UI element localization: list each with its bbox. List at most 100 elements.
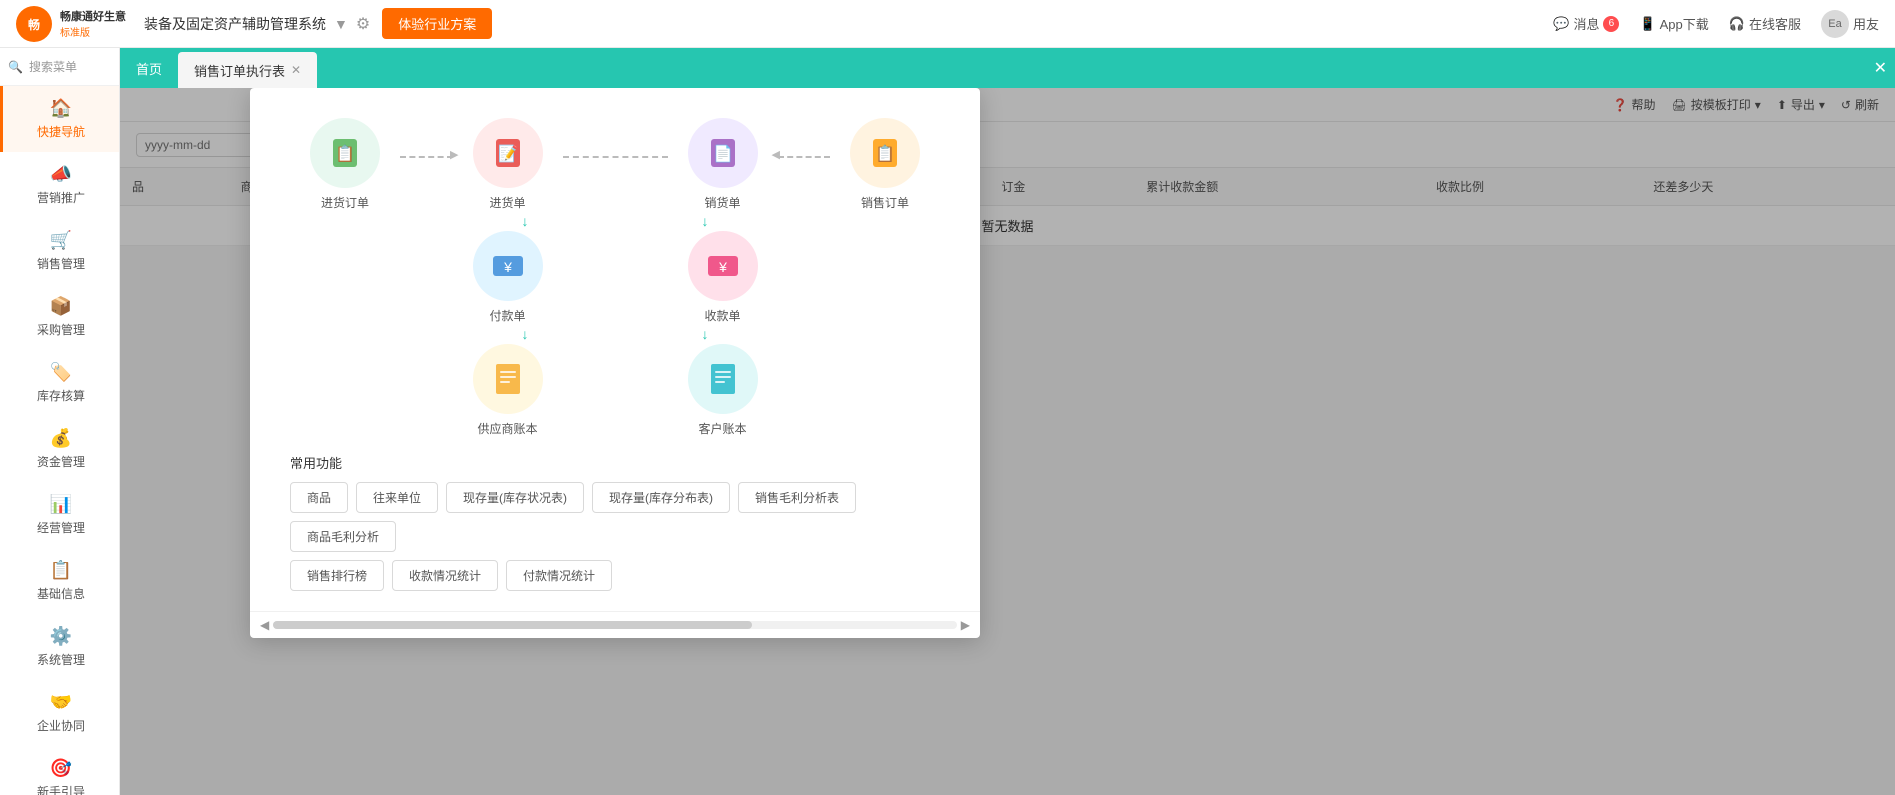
scroll-left-icon[interactable]: ◀ — [260, 618, 269, 632]
purchase-bill-label: 进货单 — [489, 194, 525, 211]
scroll-right-icon[interactable]: ▶ — [961, 618, 970, 632]
message-item[interactable]: 💬 消息 6 — [1553, 14, 1619, 33]
logo-icon: 畅 — [16, 6, 52, 42]
func-btn-receipt-stats[interactable]: 收款情况统计 — [392, 560, 498, 591]
spacer-middle — [563, 156, 668, 158]
inventory-icon: 🏷️ — [50, 362, 72, 383]
func-btn-product[interactable]: 商品 — [290, 482, 348, 513]
message-label: 消息 — [1573, 14, 1599, 33]
sidebar-nav: 🏠 快捷导航 📣 营销推广 🛒 销售管理 📦 采购管理 🏷️ 库存核算 💰 — [0, 86, 119, 795]
func-btn-sales-profit[interactable]: 销售毛利分析表 — [738, 482, 856, 513]
search-menu[interactable]: 🔍 搜索菜单 — [0, 48, 119, 86]
main-layout: 🔍 搜索菜单 🏠 快捷导航 📣 营销推广 🛒 销售管理 📦 采购管理 🏷️ — [0, 48, 1895, 795]
trial-button[interactable]: 体验行业方案 — [382, 8, 492, 39]
scrollbar-thumb — [273, 621, 751, 629]
sales-bill-circle: 📄 — [688, 118, 758, 188]
v-arrow-sales-bill: ↓ — [650, 211, 760, 231]
supplier-ledger-circle — [473, 344, 543, 414]
svg-text:📋: 📋 — [335, 144, 355, 163]
sidebar-item-quick-nav[interactable]: 🏠 快捷导航 — [0, 86, 119, 152]
sales-order-circle: 📋 — [850, 118, 920, 188]
node-purchase-bill[interactable]: 📝 进货单 — [453, 118, 563, 211]
node-sales-bill[interactable]: 📄 销货单 — [668, 118, 778, 211]
modal-content: 📋 进货订单 📝 — [250, 88, 980, 611]
sidebar-item-sales[interactable]: 🛒 销售管理 — [0, 218, 119, 284]
top-header: 畅 畅康通好生意 标准版 装备及固定资产辅助管理系统 ▼ ⚙ 体验行业方案 💬 … — [0, 0, 1895, 48]
modal: 📋 进货订单 📝 — [250, 88, 980, 638]
purchase-order-label: 进货订单 — [321, 194, 369, 211]
func-btn-sales-rank[interactable]: 销售排行榜 — [290, 560, 384, 591]
dropdown-icon[interactable]: ▼ — [334, 16, 348, 32]
v-arrow-payment: ↓ — [470, 324, 580, 344]
user-label: 用友 — [1853, 14, 1879, 33]
sidebar-item-system[interactable]: ⚙️ 系统管理 — [0, 614, 119, 680]
svg-text:¥: ¥ — [718, 259, 727, 275]
sidebar-item-label: 资金管理 — [37, 453, 85, 470]
node-receipt[interactable]: ¥ 收款单 — [668, 231, 778, 324]
tab-bar: 首页 销售订单执行表 ✕ ✕ — [120, 48, 1895, 88]
sidebar-item-purchase[interactable]: 📦 采购管理 — [0, 284, 119, 350]
logo-area: 畅 畅康通好生意 标准版 — [16, 6, 136, 42]
sidebar-item-enterprise[interactable]: 🤝 企业协同 — [0, 680, 119, 746]
basic-icon: 📋 — [50, 560, 72, 581]
func-btn-payment-stats[interactable]: 付款情况统计 — [506, 560, 612, 591]
func-btn-stock-dist[interactable]: 现存量(库存分布表) — [592, 482, 730, 513]
svg-text:¥: ¥ — [503, 259, 512, 275]
sidebar-item-marketing[interactable]: 📣 营销推广 — [0, 152, 119, 218]
sidebar-item-finance[interactable]: 💰 资金管理 — [0, 416, 119, 482]
func-btn-contacts[interactable]: 往来单位 — [356, 482, 438, 513]
svg-text:畅: 畅 — [28, 17, 40, 32]
header-right: 💬 消息 6 📱 App下载 🎧 在线客服 Ea 用友 — [1553, 10, 1879, 38]
svg-text:📝: 📝 — [498, 144, 518, 163]
v-arrow-receipt: ↓ — [650, 324, 760, 344]
sidebar-item-label: 销售管理 — [37, 255, 85, 272]
app-download-item[interactable]: 📱 App下载 — [1639, 14, 1708, 33]
v-arrow-purchase-bill2: ↓ — [470, 211, 580, 231]
sidebar-item-inventory[interactable]: 🏷️ 库存核算 — [0, 350, 119, 416]
tab-sales-exec-label: 销售订单执行表 — [194, 61, 285, 80]
node-sales-order[interactable]: 📋 销售订单 — [830, 118, 940, 211]
system-icon: ⚙️ — [50, 626, 72, 647]
scrollbar-track[interactable] — [273, 621, 957, 629]
user-item[interactable]: Ea 用友 — [1821, 10, 1879, 38]
arrow-1 — [400, 156, 453, 158]
customer-ledger-label: 客户账本 — [698, 420, 746, 437]
headset-icon: 🎧 — [1729, 16, 1745, 32]
search-icon: 🔍 — [8, 60, 23, 74]
search-menu-label: 搜索菜单 — [29, 58, 77, 75]
sidebar-item-label: 快捷导航 — [37, 123, 85, 140]
sidebar-item-label: 新手引导 — [37, 783, 85, 795]
sidebar-item-label: 基础信息 — [37, 585, 85, 602]
tab-sales-exec[interactable]: 销售订单执行表 ✕ — [178, 52, 317, 88]
tab-close-icon[interactable]: ✕ — [291, 63, 301, 77]
avatar: Ea — [1821, 10, 1849, 38]
tab-bar-close-icon[interactable]: ✕ — [1874, 58, 1887, 78]
flow-row-2: ¥ 付款单 ¥ — [290, 231, 940, 324]
payment-circle: ¥ — [473, 231, 543, 301]
sidebar-item-label: 企业协同 — [37, 717, 85, 734]
modal-overlay: 📋 进货订单 📝 — [120, 88, 1895, 795]
func-btn-stock-status[interactable]: 现存量(库存状况表) — [446, 482, 584, 513]
svg-text:📋: 📋 — [875, 144, 895, 163]
settings-icon[interactable]: ⚙ — [356, 14, 370, 34]
sidebar-item-operation[interactable]: 📊 经营管理 — [0, 482, 119, 548]
sales-icon: 🛒 — [50, 230, 72, 251]
app-label: App下载 — [1660, 14, 1709, 33]
sidebar-item-basic[interactable]: 📋 基础信息 — [0, 548, 119, 614]
common-functions-title: 常用功能 — [290, 453, 940, 472]
payment-label: 付款单 — [489, 307, 525, 324]
func-btn-product-profit[interactable]: 商品毛利分析 — [290, 521, 396, 552]
home-icon: 🏠 — [50, 98, 72, 119]
node-supplier-ledger[interactable]: 供应商账本 — [453, 344, 563, 437]
node-payment[interactable]: ¥ 付款单 — [453, 231, 563, 324]
node-customer-ledger[interactable]: 客户账本 — [668, 344, 778, 437]
sales-bill-label: 销货单 — [704, 194, 740, 211]
service-item[interactable]: 🎧 在线客服 — [1729, 14, 1801, 33]
content-area: 首页 销售订单执行表 ✕ ✕ ❓ 帮助 🖨 按模板打印 ▾ — [120, 48, 1895, 795]
node-purchase-order[interactable]: 📋 进货订单 — [290, 118, 400, 211]
tab-home[interactable]: 首页 — [120, 48, 178, 88]
operation-icon: 📊 — [50, 494, 72, 515]
tab-home-label: 首页 — [136, 59, 162, 78]
system-title-area: 装备及固定资产辅助管理系统 ▼ ⚙ — [144, 14, 370, 34]
sidebar-item-newbie[interactable]: 🎯 新手引导 — [0, 746, 119, 795]
